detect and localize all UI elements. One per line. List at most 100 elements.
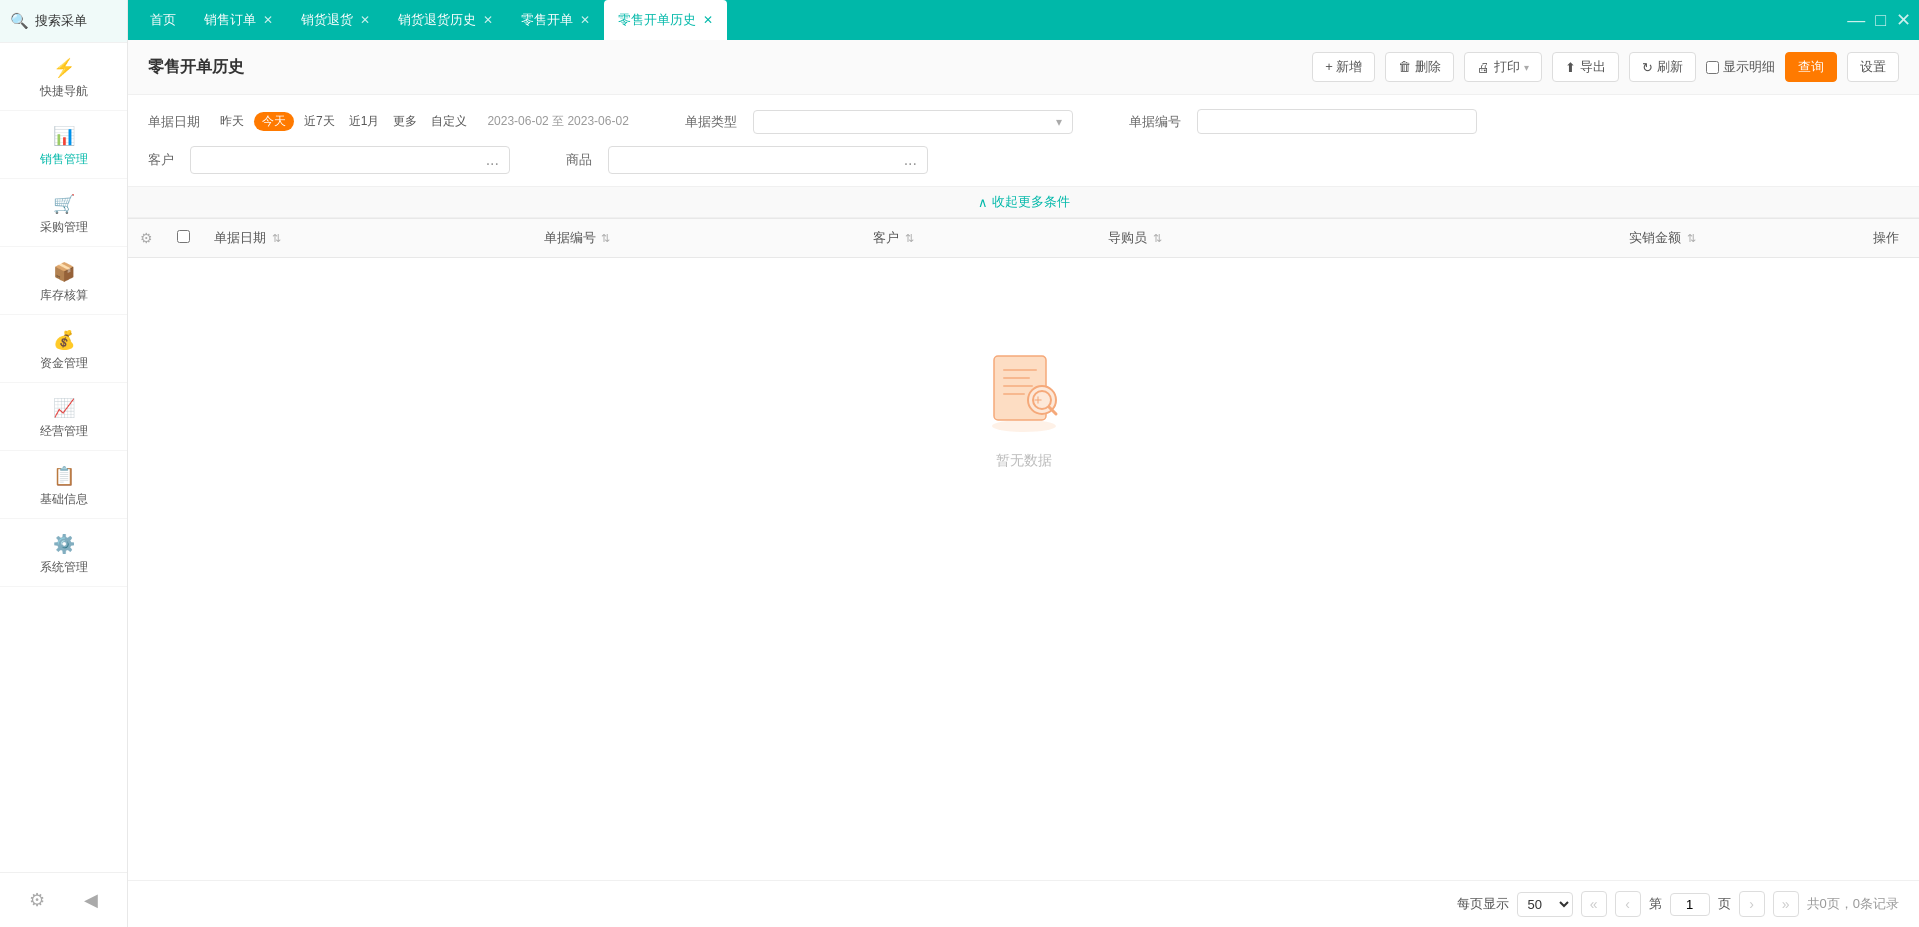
goods-filter-select[interactable]: ... — [608, 146, 928, 174]
number-filter-input[interactable] — [1197, 109, 1477, 134]
filter-collapse-btn[interactable]: ∧ 收起更多条件 — [128, 186, 1919, 218]
per-page-select[interactable]: 10 20 50 100 — [1517, 892, 1573, 917]
column-settings-icon[interactable]: ⚙ — [140, 230, 153, 246]
settings-footer-btn[interactable]: ⚙ — [25, 885, 49, 915]
window-maximize-btn[interactable]: □ — [1875, 10, 1886, 31]
sidebar-item-label: 系统管理 — [40, 559, 88, 576]
goods-filter-label: 商品 — [566, 151, 592, 169]
sidebar-footer: ⚙ ◀ — [0, 872, 127, 927]
sidebar-item-purchase-mgmt[interactable]: 🛒 采购管理 — [0, 179, 127, 247]
th-checkbox[interactable] — [165, 219, 202, 258]
sidebar-item-sys-mgmt[interactable]: ⚙️ 系统管理 — [0, 519, 127, 587]
sales-mgmt-icon: 📊 — [53, 125, 75, 147]
close-sales-return-icon[interactable]: ✕ — [360, 13, 370, 27]
settings-button[interactable]: 设置 — [1847, 52, 1899, 82]
tab-retail-open[interactable]: 零售开单 ✕ — [507, 0, 604, 40]
tab-sales-return-label: 销货退货 — [301, 11, 353, 29]
tab-home[interactable]: 首页 — [136, 0, 190, 40]
top-nav: 首页 销售订单 ✕ 销货退货 ✕ 销货退货历史 ✕ 零售开单 ✕ 零售开单历史 … — [128, 0, 1919, 40]
last-page-btn[interactable]: » — [1773, 891, 1799, 917]
tab-sales-order[interactable]: 销售订单 ✕ — [190, 0, 287, 40]
sort-number-icon: ⇅ — [601, 232, 610, 244]
customer-filter-select[interactable]: ... — [190, 146, 510, 174]
page-number-input[interactable] — [1670, 893, 1710, 916]
tab-home-label: 首页 — [150, 11, 176, 29]
custom-shortcut[interactable]: 自定义 — [427, 111, 471, 132]
sidebar-search[interactable]: 🔍 搜索采单 — [0, 0, 127, 43]
show-detail-checkbox[interactable] — [1706, 61, 1719, 74]
window-close-btn[interactable]: ✕ — [1896, 9, 1911, 31]
sidebar-item-operations[interactable]: 📈 经营管理 — [0, 383, 127, 451]
sidebar-item-inventory[interactable]: 📦 库存核算 — [0, 247, 127, 315]
first-page-btn[interactable]: « — [1581, 891, 1607, 917]
refresh-button[interactable]: ↻ 刷新 — [1629, 52, 1696, 82]
type-filter-label: 单据类型 — [685, 113, 737, 131]
sys-mgmt-icon: ⚙️ — [53, 533, 75, 555]
sidebar-search-label: 搜索采单 — [35, 12, 87, 30]
type-filter-select[interactable]: ▾ — [753, 110, 1073, 134]
query-button[interactable]: 查询 — [1785, 52, 1837, 82]
refresh-icon: ↻ — [1642, 60, 1653, 75]
th-settings[interactable]: ⚙ — [128, 219, 165, 258]
week-shortcut[interactable]: 近7天 — [300, 111, 339, 132]
delete-button[interactable]: 🗑 删除 — [1385, 52, 1454, 82]
sidebar-item-label: 资金管理 — [40, 355, 88, 372]
nav-corner-btns: — □ ✕ — [1847, 9, 1911, 31]
more-shortcut[interactable]: 更多 — [389, 111, 421, 132]
page-label: 第 — [1649, 895, 1662, 913]
finance-icon: 💰 — [53, 329, 75, 351]
close-sales-order-icon[interactable]: ✕ — [263, 13, 273, 27]
print-button[interactable]: 🖨 🖨 打印 打印 ▾ — [1464, 52, 1542, 82]
close-sales-return-history-icon[interactable]: ✕ — [483, 13, 493, 27]
close-retail-open-icon[interactable]: ✕ — [580, 13, 590, 27]
tab-retail-open-history[interactable]: 零售开单历史 ✕ — [604, 0, 727, 40]
sidebar-item-label: 销售管理 — [40, 151, 88, 168]
sidebar-item-finance[interactable]: 💰 资金管理 — [0, 315, 127, 383]
add-button[interactable]: + 新增 — [1312, 52, 1375, 82]
sidebar-item-quick-nav[interactable]: ⚡ 快捷导航 — [0, 43, 127, 111]
empty-illustration — [974, 338, 1074, 438]
close-retail-open-history-icon[interactable]: ✕ — [703, 13, 713, 27]
prev-page-btn[interactable]: ‹ — [1615, 891, 1641, 917]
th-guide[interactable]: 导购员 ⇅ — [1096, 219, 1378, 258]
collapse-label: 收起更多条件 — [992, 193, 1070, 211]
sidebar-item-sales-mgmt[interactable]: 📊 销售管理 — [0, 111, 127, 179]
filter-area: 单据日期 昨天 今天 近7天 近1月 更多 自定义 2023-06-02 至 2… — [128, 95, 1919, 218]
export-icon: ⬆ — [1565, 60, 1576, 75]
tab-sales-return-history[interactable]: 销货退货历史 ✕ — [384, 0, 507, 40]
sidebar-item-label: 经营管理 — [40, 423, 88, 440]
th-date[interactable]: 单据日期 ⇅ — [202, 219, 532, 258]
type-select-dropdown-icon: ▾ — [1056, 115, 1062, 129]
window-minimize-btn[interactable]: — — [1847, 10, 1865, 31]
sort-amount-icon: ⇅ — [1687, 232, 1696, 244]
quick-nav-icon: ⚡ — [53, 57, 75, 79]
collapse-up-icon: ∧ — [978, 195, 988, 210]
th-amount[interactable]: 实销金额 ⇅ — [1378, 219, 1708, 258]
today-shortcut[interactable]: 今天 — [254, 112, 294, 131]
sort-date-icon: ⇅ — [272, 232, 281, 244]
search-icon: 🔍 — [10, 12, 29, 30]
month-shortcut[interactable]: 近1月 — [345, 111, 384, 132]
tab-sales-return[interactable]: 销货退货 ✕ — [287, 0, 384, 40]
yesterday-shortcut[interactable]: 昨天 — [216, 111, 248, 132]
sidebar-item-basic-info[interactable]: 📋 基础信息 — [0, 451, 127, 519]
next-page-btn[interactable]: › — [1739, 891, 1765, 917]
per-page-label: 每页显示 — [1457, 895, 1509, 913]
collapse-sidebar-btn[interactable]: ◀ — [80, 885, 102, 915]
goods-dots[interactable]: ... — [904, 151, 917, 169]
page-suffix: 页 — [1718, 895, 1731, 913]
sidebar: 🔍 搜索采单 ⚡ 快捷导航 📊 销售管理 🛒 采购管理 📦 库存核算 💰 资金管… — [0, 0, 128, 927]
print-dropdown-icon[interactable]: ▾ — [1524, 62, 1529, 73]
th-customer[interactable]: 客户 ⇅ — [861, 219, 1096, 258]
th-customer-label: 客户 — [873, 230, 899, 245]
select-all-checkbox[interactable] — [177, 230, 190, 243]
sidebar-item-label: 基础信息 — [40, 491, 88, 508]
export-button[interactable]: ⬆ 导出 — [1552, 52, 1619, 82]
customer-dots[interactable]: ... — [486, 151, 499, 169]
th-number[interactable]: 单据编号 ⇅ — [532, 219, 862, 258]
date-range-text: 2023-06-02 至 2023-06-02 — [487, 113, 628, 130]
show-detail-label[interactable]: 显示明细 — [1706, 58, 1775, 76]
print-icon: 🖨 — [1477, 60, 1490, 75]
date-shortcuts: 昨天 今天 近7天 近1月 更多 自定义 — [216, 111, 471, 132]
th-guide-label: 导购员 — [1108, 230, 1147, 245]
